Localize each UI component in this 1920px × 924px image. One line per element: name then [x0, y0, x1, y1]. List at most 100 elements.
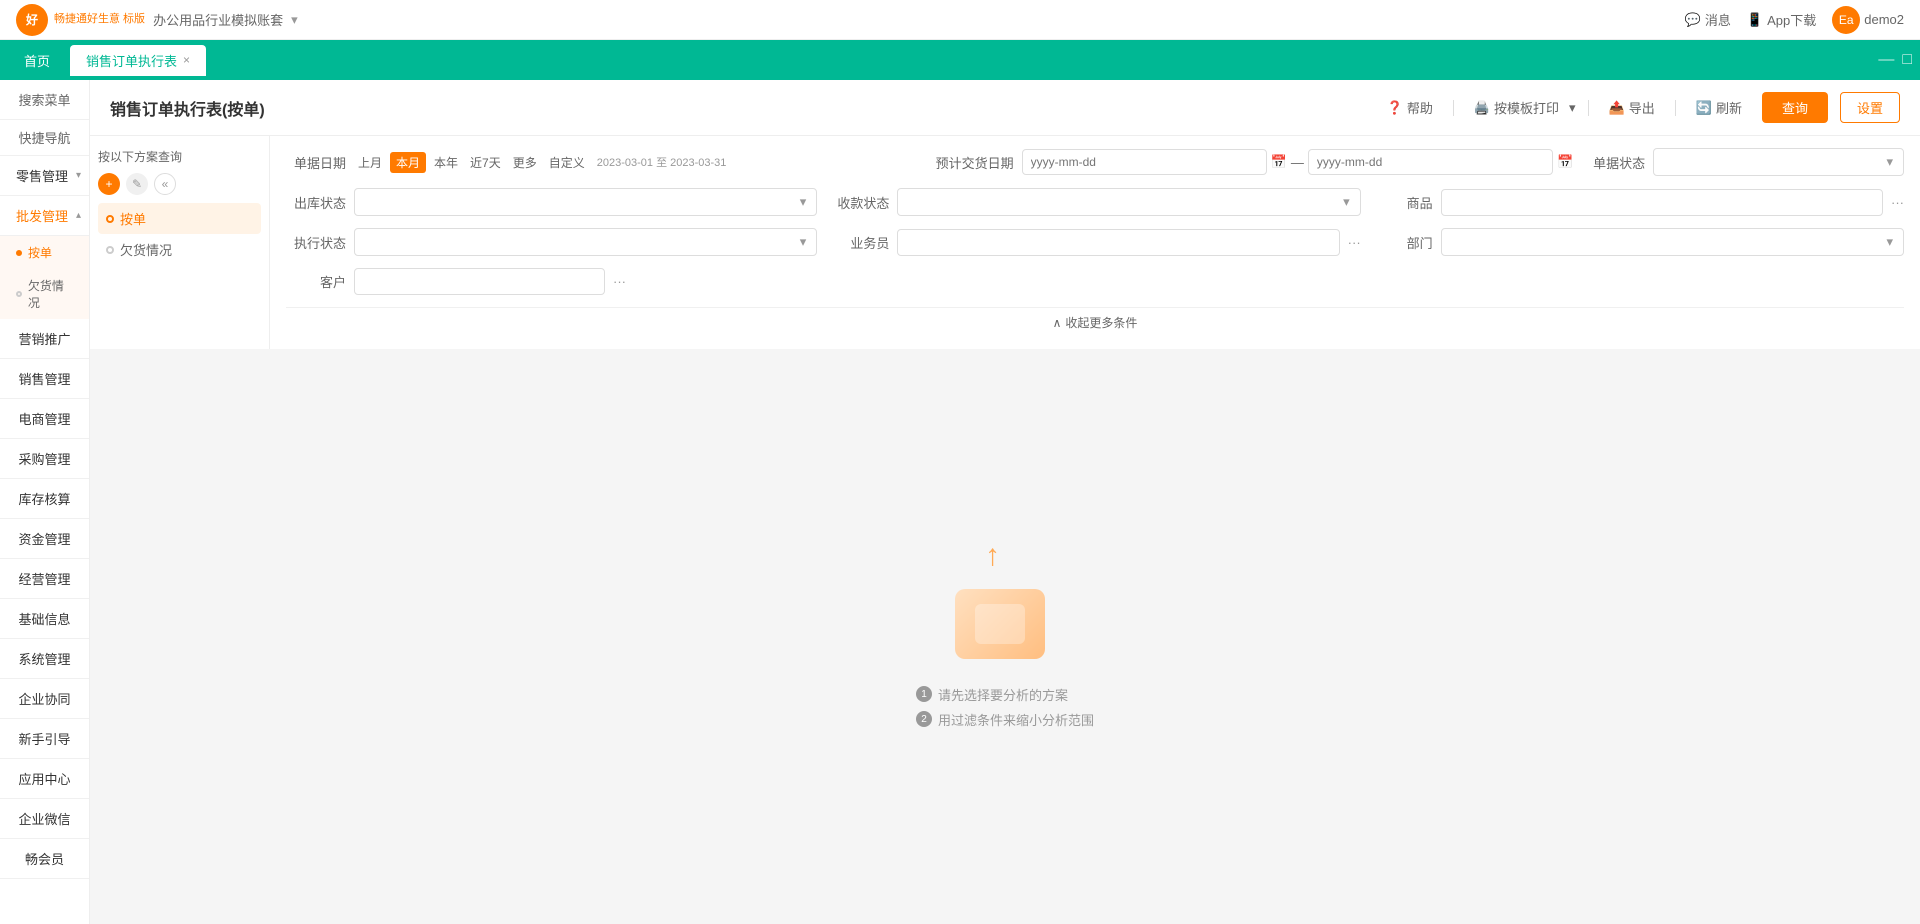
tab-bar: 首页 销售订单执行表 × — □ [0, 40, 1920, 80]
collapse-button[interactable]: ∧ 收起更多条件 [286, 307, 1904, 337]
sidebar-item-apps[interactable]: 应用中心 [0, 759, 89, 799]
print-dropdown-icon[interactable]: ▾ [1569, 100, 1576, 116]
print-button[interactable]: 🖨️ 按模板打印 [1466, 94, 1567, 121]
sidebar-item-ecommerce[interactable]: 电商管理 [0, 399, 89, 439]
main-layout: 搜索菜单 快捷导航 零售管理 ▾ 批发管理 ▴ 按单 欠货情况 营销推广 销售管 [0, 80, 1920, 924]
sidebar-quick-nav[interactable]: 快捷导航 [0, 120, 89, 156]
sidebar-item-operation[interactable]: 经营管理 [0, 559, 89, 599]
sidebar-item-wechat[interactable]: 企业微信 [0, 799, 89, 839]
filter-group-receive: 收款状态 ▾ [829, 188, 1360, 216]
receive-select[interactable]: ▾ [897, 188, 1360, 216]
sidebar-sub-item-order[interactable]: 按单 [0, 236, 89, 269]
date-range-text: 2023-03-01 至 2023-03-31 [597, 154, 727, 170]
date-btn-custom[interactable]: 自定义 [545, 152, 589, 173]
filter-group-status: 单据状态 ▾ [1585, 148, 1904, 176]
logo-text: 畅捷通好生意 标版 [54, 13, 145, 26]
app-icon: 📱 [1747, 12, 1763, 28]
sidebar-search[interactable]: 搜索菜单 [0, 80, 89, 120]
print-icon: 🖨️ [1474, 100, 1490, 116]
execstatus-arrow: ▾ [800, 234, 807, 250]
sidebar-sub-item-shortage[interactable]: 欠货情况 [0, 269, 89, 319]
sidebar-item-wholesale[interactable]: 批发管理 ▴ [0, 196, 89, 236]
query-button[interactable]: 查询 [1762, 92, 1828, 123]
date-btn-7days[interactable]: 近7天 [466, 152, 505, 173]
customer-more-icon[interactable]: ··· [613, 274, 626, 289]
sidebar-item-system[interactable]: 系统管理 [0, 639, 89, 679]
goods-input[interactable] [1441, 189, 1883, 216]
setting-button[interactable]: 设置 [1840, 92, 1900, 123]
sidebar-item-enterprise-label: 企业协同 [8, 689, 81, 708]
user-avatar-area[interactable]: Ea demo2 [1832, 6, 1904, 34]
sidebar-item-inventory[interactable]: 库存核算 [0, 479, 89, 519]
scheme-item-order[interactable]: 按单 [98, 203, 261, 234]
system-title-dropdown-icon[interactable]: ▾ [291, 12, 298, 28]
app-download-label: App下载 [1767, 10, 1816, 29]
sidebar-sub-item-shortage-label: 欠货情况 [28, 277, 73, 311]
date-btn-this-year[interactable]: 本年 [430, 152, 462, 173]
sidebar-item-sales[interactable]: 销售管理 [0, 359, 89, 399]
goods-more-icon[interactable]: ··· [1891, 195, 1904, 210]
message-label: 消息 [1705, 10, 1731, 29]
filter-row-customer: 客户 ··· [286, 268, 1904, 295]
customer-input[interactable] [354, 268, 605, 295]
tab-minimize-icon[interactable]: — [1878, 51, 1894, 69]
export-button[interactable]: 📤 导出 [1601, 94, 1663, 121]
username-label: demo2 [1864, 12, 1904, 27]
sidebar-item-retail[interactable]: 零售管理 ▾ [0, 156, 89, 196]
sidebar-item-purchase-label: 采购管理 [8, 449, 81, 468]
scheme-item-shortage[interactable]: 欠货情况 [98, 234, 261, 265]
outstatus-select[interactable]: ▾ [354, 188, 817, 216]
sidebar-item-basic[interactable]: 基础信息 [0, 599, 89, 639]
tab-maximize-icon[interactable]: □ [1902, 51, 1912, 69]
calendar-icon-1[interactable]: 📅 [1271, 154, 1287, 170]
app-download-button[interactable]: 📱 App下载 [1747, 10, 1816, 29]
status-select[interactable]: ▾ [1653, 148, 1904, 176]
expected-date-start[interactable] [1022, 149, 1267, 175]
collapse-up-icon: ∧ [1053, 316, 1062, 330]
message-button[interactable]: 💬 消息 [1685, 10, 1731, 29]
sidebar-item-purchase[interactable]: 采购管理 [0, 439, 89, 479]
dept-select[interactable]: ▾ [1441, 228, 1904, 256]
date-separator: — [1291, 155, 1304, 170]
salesman-input[interactable] [897, 229, 1339, 256]
sidebar-item-enterprise[interactable]: 企业协同 [0, 679, 89, 719]
empty-arrow-icon: ↑ [985, 539, 1000, 573]
filter-group-goods: 商品 ··· [1373, 189, 1904, 216]
top-bar-right: 💬 消息 📱 App下载 Ea demo2 [1685, 6, 1904, 34]
sidebar-item-member[interactable]: 畅会员 [0, 839, 89, 879]
sidebar-item-newbie[interactable]: 新手引导 [0, 719, 89, 759]
tab-sales-order-label: 销售订单执行表 [86, 51, 177, 70]
sidebar: 搜索菜单 快捷导航 零售管理 ▾ 批发管理 ▴ 按单 欠货情况 营销推广 销售管 [0, 80, 90, 924]
expected-date-end[interactable] [1308, 149, 1553, 175]
sidebar-item-marketing[interactable]: 营销推广 [0, 319, 89, 359]
divider-2 [1588, 100, 1589, 116]
collapse-scheme-button[interactable]: « [154, 173, 176, 195]
salesman-more-icon[interactable]: ··· [1348, 235, 1361, 250]
data-area: ↑ 1 请先选择要分析的方案 2 用过滤条件来缩小分析范围 [90, 349, 1920, 924]
execstatus-select[interactable]: ▾ [354, 228, 817, 256]
top-bar: 好 畅捷通好生意 标版 办公用品行业模拟账套 ▾ 💬 消息 📱 App下载 Ea… [0, 0, 1920, 40]
tab-close-icon[interactable]: × [183, 53, 190, 67]
top-bar-left: 好 畅捷通好生意 标版 办公用品行业模拟账套 ▾ [16, 4, 298, 36]
edit-scheme-button[interactable]: ✎ [126, 173, 148, 195]
date-btn-more[interactable]: 更多 [509, 152, 541, 173]
filter-scheme-panel: 按以下方案查询 + ✎ « 按单 欠货情况 [90, 136, 270, 349]
sidebar-item-finance[interactable]: 资金管理 [0, 519, 89, 559]
sidebar-item-wechat-label: 企业微信 [8, 809, 81, 828]
filter-row-stock: 出库状态 ▾ 收款状态 ▾ 商品 [286, 188, 1904, 216]
sidebar-item-ecommerce-label: 电商管理 [8, 409, 81, 428]
tab-sales-order[interactable]: 销售订单执行表 × [70, 45, 206, 76]
page-actions: ❓ 帮助 🖨️ 按模板打印 ▾ 📤 导出 [1379, 92, 1900, 123]
system-title[interactable]: 办公用品行业模拟账套 [153, 10, 283, 29]
calendar-icon-2[interactable]: 📅 [1557, 154, 1573, 170]
empty-illustration: ↑ [940, 539, 1070, 669]
help-button[interactable]: ❓ 帮助 [1379, 94, 1441, 121]
date-btn-this-month[interactable]: 本月 [390, 152, 426, 173]
logo-area: 好 畅捷通好生意 标版 [16, 4, 145, 36]
tab-home[interactable]: 首页 [8, 45, 66, 76]
date-btn-last-month[interactable]: 上月 [354, 152, 386, 173]
refresh-button[interactable]: 🔄 刷新 [1688, 94, 1750, 121]
status-label: 单据状态 [1585, 153, 1645, 172]
add-scheme-button[interactable]: + [98, 173, 120, 195]
sidebar-item-marketing-label: 营销推广 [8, 329, 81, 348]
